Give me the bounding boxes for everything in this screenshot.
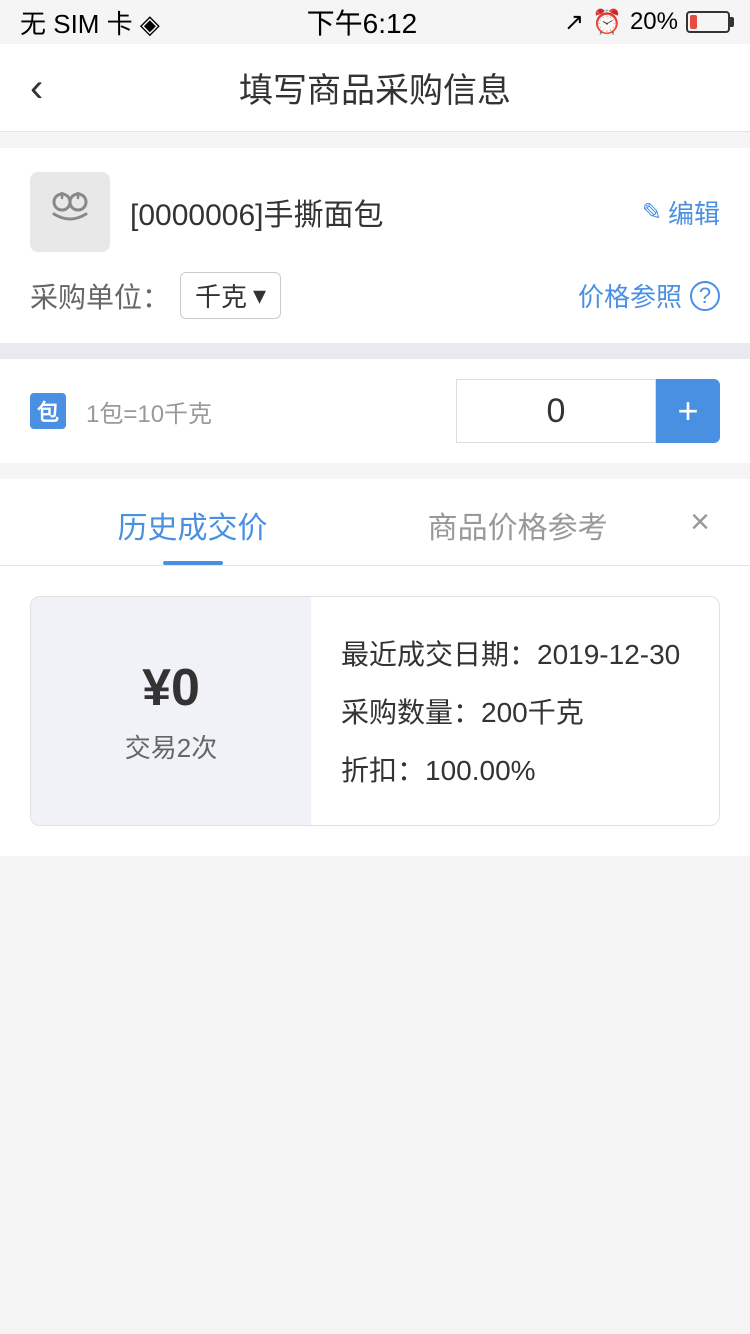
- status-icons: ↗ ⏰ 20%: [564, 8, 730, 37]
- quantity-plus-button[interactable]: +: [656, 379, 720, 443]
- tab-history-price[interactable]: 历史成交价: [30, 479, 355, 565]
- history-content: ¥0 交易2次 最近成交日期：2019-12-30 采购数量：200千克 折扣：…: [0, 566, 750, 856]
- product-thumbnail: [30, 172, 110, 252]
- price-reference-button[interactable]: 价格参照 ?: [578, 277, 720, 314]
- unit-label: 采购单位： 千克 ▾: [30, 272, 281, 319]
- status-time: 下午6:12: [307, 2, 418, 42]
- section-divider: [0, 343, 750, 359]
- discount-row: 折扣：100.00%: [341, 749, 689, 789]
- quantity-input[interactable]: 0: [456, 379, 656, 443]
- quantity-controls: 0 +: [456, 379, 720, 443]
- discount-value: 100.00%: [425, 755, 536, 786]
- product-name: [0000006]手撕面包: [130, 190, 383, 234]
- chevron-down-icon: ▾: [253, 280, 266, 311]
- package-icon: 包: [30, 393, 66, 429]
- product-header: [0000006]手撕面包 ✎ 编辑: [30, 172, 720, 252]
- purchase-qty-row: 采购数量：200千克: [341, 691, 689, 731]
- quantity-label: 包 1包=10千克: [30, 393, 212, 429]
- location-icon: ↗: [564, 8, 584, 37]
- history-price: ¥0: [142, 658, 200, 718]
- edit-button[interactable]: ✎ 编辑: [642, 194, 720, 231]
- purchase-qty-label: 采购数量：: [341, 697, 481, 728]
- status-bar: 无 SIM 卡 ◈ 下午6:12 ↗ ⏰ 20%: [0, 0, 750, 44]
- product-left: [0000006]手撕面包: [30, 172, 383, 252]
- unit-select[interactable]: 千克 ▾: [180, 272, 281, 319]
- quantity-row: 包 1包=10千克 0 +: [0, 359, 750, 463]
- edit-icon: ✎: [642, 198, 662, 227]
- tab-price-reference[interactable]: 商品价格参考: [355, 479, 680, 565]
- tab-close-button[interactable]: ×: [680, 483, 720, 562]
- alarm-icon: ⏰: [592, 8, 622, 37]
- recent-date-value: 2019-12-30: [537, 639, 680, 670]
- back-button[interactable]: ‹: [30, 68, 43, 108]
- recent-date-row: 最近成交日期：2019-12-30: [341, 633, 689, 673]
- history-price-section: ¥0 交易2次: [31, 597, 311, 825]
- history-trades: 交易2次: [125, 728, 217, 765]
- page-title: 填写商品采购信息: [239, 63, 511, 112]
- product-unit-row: 采购单位： 千克 ▾ 价格参照 ?: [30, 272, 720, 319]
- unit-conversion: 1包=10千克: [86, 394, 212, 429]
- recent-date-label: 最近成交日期：: [341, 639, 537, 670]
- history-card: ¥0 交易2次 最近成交日期：2019-12-30 采购数量：200千克 折扣：…: [30, 596, 720, 826]
- nav-bar: ‹ 填写商品采购信息: [0, 44, 750, 132]
- tabs-header: 历史成交价 商品价格参考 ×: [0, 479, 750, 566]
- status-carrier: 无 SIM 卡 ◈: [20, 4, 160, 41]
- tabs-panel: 历史成交价 商品价格参考 × ¥0 交易2次 最近成交日期：2019-12-30…: [0, 479, 750, 856]
- battery-percent: 20%: [630, 8, 678, 36]
- history-details: 最近成交日期：2019-12-30 采购数量：200千克 折扣：100.00%: [311, 597, 719, 825]
- discount-label: 折扣：: [341, 755, 425, 786]
- help-icon: ?: [690, 281, 720, 311]
- battery-icon: [686, 11, 730, 33]
- product-card: [0000006]手撕面包 ✎ 编辑 采购单位： 千克 ▾ 价格参照 ?: [0, 148, 750, 343]
- purchase-qty-value: 200千克: [481, 697, 584, 728]
